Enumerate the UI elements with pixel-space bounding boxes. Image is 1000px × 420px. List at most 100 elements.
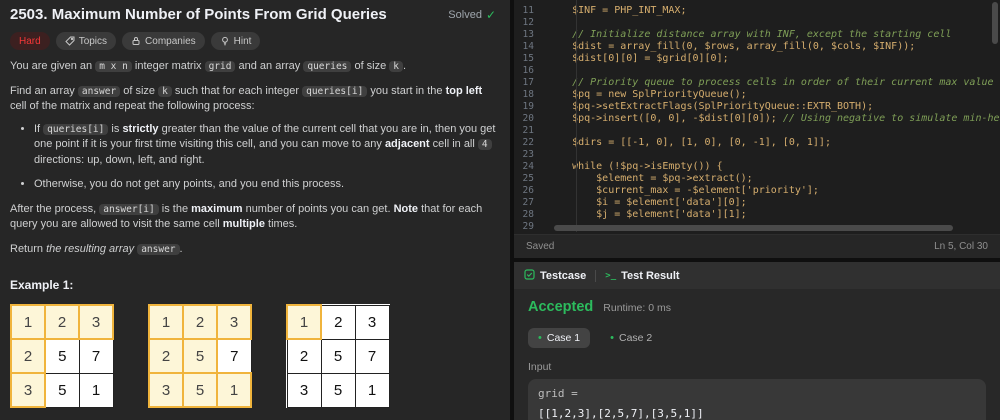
grid-cell: 1 [216,372,252,408]
grid-cell: 1 [148,304,184,340]
grid-cell: 3 [10,372,46,408]
vertical-scrollbar[interactable] [992,2,998,44]
right-column: 11 $INF = PHP_INT_MAX; 12 13 // Initialize… [514,0,1000,420]
grid-cell: 1 [286,303,322,341]
grid-cell: 7 [216,338,252,374]
code-editor-panel[interactable]: 11 $INF = PHP_INT_MAX; 12 13 // Initialize… [514,0,1000,258]
line-number: 14 [522,40,534,52]
grid-cell: 2 [286,338,322,374]
grid-cell: 3 [78,304,114,340]
code-line[interactable]: 21 [520,124,1000,136]
line-number: 26 [522,184,534,196]
code-line[interactable]: 14 $dist = array_fill(0, $rows, array_fi… [520,40,1000,52]
grid-cell: 5 [44,338,80,374]
runtime-label: Runtime: 0 ms [603,302,671,314]
code-line[interactable]: 23 [520,148,1000,160]
example-grids: 123257351123257351123257351 [10,303,496,409]
case-label: Case 1 [546,332,581,344]
grid-cell: 2 [182,304,218,340]
code-line[interactable]: 26 $current_max = -$element['priority']; [520,184,1000,196]
code-line[interactable]: 16 [520,64,1000,76]
tab-separator [595,269,597,282]
case-status-dot: • [610,332,614,344]
line-number: 23 [522,148,534,160]
grid-cell: 5 [182,338,218,374]
title-row: 2503. Maximum Number of Points From Grid… [10,6,496,23]
grid-cell: 2 [148,338,184,374]
terminal-icon: >_ [605,270,617,281]
grid-cell: 2 [320,304,356,340]
saved-status: Saved [526,241,555,252]
testcase-input-label: Input [528,361,552,373]
code-line[interactable]: 20 $pq->insert([0, 0], -$dist[0][0]); //… [520,112,1000,124]
solved-check-icon: ✓ [485,8,496,22]
code-line[interactable]: 24 while (!$pq->isEmpty()) { [520,160,1000,172]
paragraph: Find an array answer of size k such that… [10,84,483,113]
line-number: 15 [522,52,534,64]
grid-cell: 5 [44,372,80,408]
tab-test-result-label: Test Result [621,269,680,282]
paragraph: Return the resulting array answer. [10,242,183,255]
grid-cell: 3 [148,372,184,408]
line-number: 17 [522,76,534,88]
tab-test-result[interactable]: >_ Test Result [605,270,679,282]
lock-icon [131,36,141,46]
horizontal-scrollbar[interactable] [554,225,988,231]
paragraph: After the process, answer[i] is the maxi… [10,202,483,231]
input-variable-name: grid = [538,387,578,400]
difficulty-label: Hard [19,35,41,47]
tab-testcase[interactable]: Testcase [524,268,587,283]
line-number: 27 [522,196,534,208]
code-line[interactable]: 13 // Initialize distance array with INF… [520,28,1000,40]
grid-cell: 5 [320,372,356,409]
code-line[interactable]: 19 $pq->setExtractFlags(SplPriorityQueue… [520,100,1000,112]
code-line[interactable]: 28 $j = $element['data'][1]; [520,208,1000,220]
code-line[interactable]: 22 $dirs = [[-1, 0], [1, 0], [0, -1], [0… [520,136,1000,148]
code-line[interactable]: 15 $dist[0][0] = $grid[0][0]; [520,52,1000,64]
companies-button[interactable]: Companies [122,32,205,50]
code-line[interactable]: 18 $pq = new SplPriorityQueue(); [520,88,1000,100]
line-number: 12 [522,16,534,28]
line-number: 20 [522,112,534,124]
tab-testcase-label: Testcase [540,269,587,282]
result-row: Accepted Runtime: 0 ms [528,299,986,315]
example-grid-image: 123257351 [10,304,114,408]
paragraph: You are given an m x n integer matrix gr… [10,60,407,72]
case-tab[interactable]: • Case 2 [600,328,662,348]
case-tab[interactable]: • Case 1 [528,328,591,348]
testcase-input-box[interactable]: grid = [[1,2,3],[2,5,7],[3,5,1]] [528,379,986,420]
list-item: Otherwise, you do not get any points, an… [34,177,496,193]
code-line[interactable]: 11 $INF = PHP_INT_MAX; [520,4,1000,16]
app-root: 2503. Maximum Number of Points From Grid… [0,0,1000,420]
grid-cell: 7 [78,338,114,374]
check-square-icon [524,268,535,283]
testcase-body: Accepted Runtime: 0 ms • Case 1 • Case 2 In… [514,289,1000,420]
page-title: 2503. Maximum Number of Points From Grid… [10,6,387,23]
example-grid-image: 123257351 [286,303,390,409]
line-number: 16 [522,64,534,76]
line-number: 25 [522,172,534,184]
hint-button[interactable]: Hint [210,32,261,50]
case-status-dot: • [538,332,542,344]
cursor-position: Ln 5, Col 30 [934,241,988,252]
hint-label: Hint [233,35,252,47]
rules-list: If queries[i] is strictly greater than t… [10,122,496,193]
line-number: 18 [522,88,534,100]
code-line[interactable]: 12 [520,16,1000,28]
input-variable-value: [[1,2,3],[2,5,7],[3,5,1]] [538,407,704,420]
difficulty-badge[interactable]: Hard [10,32,50,50]
cases-row: • Case 1 • Case 2 [528,328,986,348]
line-number: 13 [522,28,534,40]
grid-cell: 1 [354,372,390,409]
grid-cell: 1 [10,304,46,340]
topics-button[interactable]: Topics [55,32,117,50]
grid-cell: 3 [354,304,390,340]
solved-label: Solved [448,9,482,21]
code-area[interactable]: 11 $INF = PHP_INT_MAX; 12 13 // Initialize… [514,0,1000,232]
example-heading: Example 1: [10,278,74,292]
code-line[interactable]: 27 $i = $element['data'][0]; [520,196,1000,208]
indent-guide [576,0,577,232]
code-line[interactable]: 25 $element = $pq->extract(); [520,172,1000,184]
code-line[interactable]: 17 // Priority queue to process cells in… [520,76,1000,88]
line-number: 28 [522,208,534,220]
